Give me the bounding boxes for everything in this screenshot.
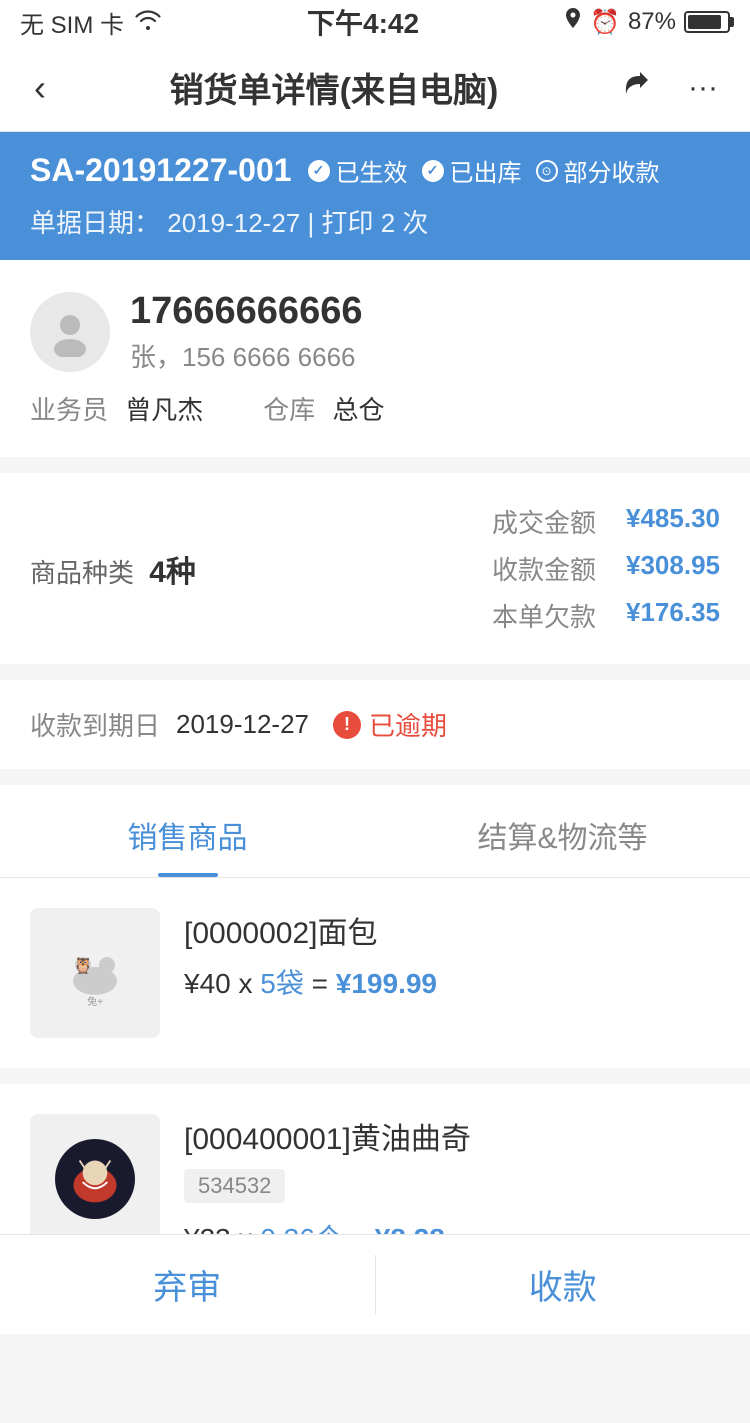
- status-left: 无 SIM 卡: [20, 5, 162, 40]
- summary-section: 商品种类 4种 成交金额 ¥485.30 收款金额 ¥308.95 本单欠款 ¥…: [0, 473, 750, 664]
- svg-text:兔+: 兔+: [87, 995, 103, 1008]
- carrier-label: 无 SIM 卡: [20, 5, 124, 40]
- bottom-bar: 弃审 收款: [0, 1234, 750, 1334]
- print-info: | 打印 2 次: [307, 208, 428, 238]
- owed-value: ¥176.35: [626, 597, 720, 634]
- avatar: [30, 292, 110, 372]
- header-banner: SA-20191227-001 ✓ 已生效 ✓ 已出库 ⊙ 部分收款 单据日期：…: [0, 132, 750, 260]
- share-button[interactable]: [612, 60, 660, 116]
- due-date-value: 2019-12-27: [176, 709, 309, 740]
- warehouse-value: 总仓: [333, 395, 385, 425]
- due-section: 收款到期日 2019-12-27 ! 已逾期: [0, 680, 750, 769]
- category-label: 商品种类: [30, 558, 134, 588]
- status-tag-effective: ✓ 已生效: [308, 153, 408, 188]
- summary-left: 商品种类 4种: [30, 547, 196, 591]
- collected-label: 收款金额: [492, 550, 596, 587]
- customer-section: 17666666666 张，156 6666 6666 业务员 曾凡杰 仓库 总…: [0, 260, 750, 457]
- products-list: 🦉 兔+ [0000002]面包 ¥40 x 5袋 = ¥199.99: [0, 878, 750, 1287]
- deal-amount-row: 成交金额 ¥485.30: [492, 503, 720, 540]
- list-item: 🦉 兔+ [0000002]面包 ¥40 x 5袋 = ¥199.99: [0, 878, 750, 1068]
- battery-percent: 87%: [628, 8, 676, 36]
- page-title: 销货单详情(来自电脑): [56, 63, 612, 112]
- status-tags: ✓ 已生效 ✓ 已出库 ⊙ 部分收款: [308, 153, 660, 188]
- svg-text:🦉: 🦉: [73, 957, 93, 975]
- sales-value: 曾凡杰: [125, 395, 203, 425]
- customer-meta: 业务员 曾凡杰 仓库 总仓: [30, 390, 720, 427]
- deal-amount-value: ¥485.30: [626, 503, 720, 540]
- wifi-icon: [134, 8, 162, 37]
- nav-actions: ···: [612, 60, 726, 116]
- product-name-1: [0000002]面包: [184, 908, 720, 952]
- tab-products[interactable]: 销售商品: [0, 785, 375, 877]
- customer-top: 17666666666 张，156 6666 6666: [30, 290, 720, 374]
- owed-label: 本单欠款: [492, 597, 596, 634]
- overdue-icon: !: [333, 711, 361, 739]
- status-bar: 无 SIM 卡 下午4:42 ⏰ 87%: [0, 0, 750, 44]
- status-tag-shipped: ✓ 已出库: [422, 153, 522, 188]
- product-thumb-2: [30, 1114, 160, 1244]
- banner-row1: SA-20191227-001 ✓ 已生效 ✓ 已出库 ⊙ 部分收款: [30, 152, 720, 189]
- status-time: 下午4:42: [307, 2, 419, 42]
- due-label: 收款到期日: [30, 706, 160, 743]
- nav-bar: ‹ 销货单详情(来自电脑) ···: [0, 44, 750, 132]
- check-icon-2: ✓: [422, 160, 444, 182]
- price-eq-1: =: [312, 968, 336, 999]
- overdue-text: 已逾期: [369, 706, 447, 743]
- sales-info: 业务员 曾凡杰: [30, 390, 203, 427]
- confirm-button[interactable]: 收款: [376, 1235, 750, 1334]
- overdue-badge: ! 已逾期: [333, 706, 447, 743]
- collected-value: ¥308.95: [626, 550, 720, 587]
- tabs-section: 销售商品 结算&物流等: [0, 785, 750, 878]
- owed-amount-row: 本单欠款 ¥176.35: [492, 597, 720, 634]
- battery-icon: [684, 11, 730, 33]
- check-icon-1: ✓: [308, 160, 330, 182]
- clock-icon: ⊙: [536, 160, 558, 182]
- order-id: SA-20191227-001: [30, 152, 292, 189]
- category-count: 4种: [149, 556, 196, 589]
- warehouse-label: 仓库: [263, 395, 315, 425]
- warehouse-info: 仓库 总仓: [263, 390, 384, 427]
- status-effective-label: 已生效: [336, 153, 408, 188]
- location-icon: [564, 8, 582, 37]
- product-thumb-1: 🦉 兔+: [30, 908, 160, 1038]
- tabs-row: 销售商品 结算&物流等: [0, 785, 750, 877]
- status-right: ⏰ 87%: [564, 8, 730, 37]
- summary-right: 成交金额 ¥485.30 收款金额 ¥308.95 本单欠款 ¥176.35: [492, 503, 720, 634]
- sales-label: 业务员: [30, 395, 108, 425]
- customer-name-sub: 张，156 6666 6666: [130, 337, 362, 374]
- product-info-1: [0000002]面包 ¥40 x 5袋 = ¥199.99: [184, 908, 720, 1002]
- price-qty-1: 5袋: [260, 968, 304, 999]
- collected-amount-row: 收款金额 ¥308.95: [492, 550, 720, 587]
- price-base-1: ¥40 x: [184, 968, 260, 999]
- customer-phone: 17666666666: [130, 290, 362, 333]
- tab-settlement[interactable]: 结算&物流等: [375, 785, 750, 877]
- alarm-icon: ⏰: [590, 8, 620, 37]
- product-sku-2: 534532: [184, 1169, 285, 1203]
- product-name-2: [000400001]黄油曲奇: [184, 1114, 720, 1158]
- banner-date-row: 单据日期： 2019-12-27 | 打印 2 次: [30, 203, 720, 240]
- product-price-1: ¥40 x 5袋 = ¥199.99: [184, 962, 720, 1002]
- back-button[interactable]: ‹: [24, 57, 56, 119]
- customer-info: 17666666666 张，156 6666 6666: [130, 290, 362, 374]
- date-label: 单据日期：: [30, 208, 160, 238]
- price-total-1: ¥199.99: [336, 968, 437, 999]
- status-partial-label: 部分收款: [564, 153, 660, 188]
- status-shipped-label: 已出库: [450, 153, 522, 188]
- deal-amount-label: 成交金额: [492, 503, 596, 540]
- more-button[interactable]: ···: [680, 63, 726, 113]
- status-tag-partial: ⊙ 部分收款: [536, 153, 660, 188]
- date-value: 2019-12-27: [167, 208, 300, 238]
- cancel-button[interactable]: 弃审: [0, 1235, 375, 1334]
